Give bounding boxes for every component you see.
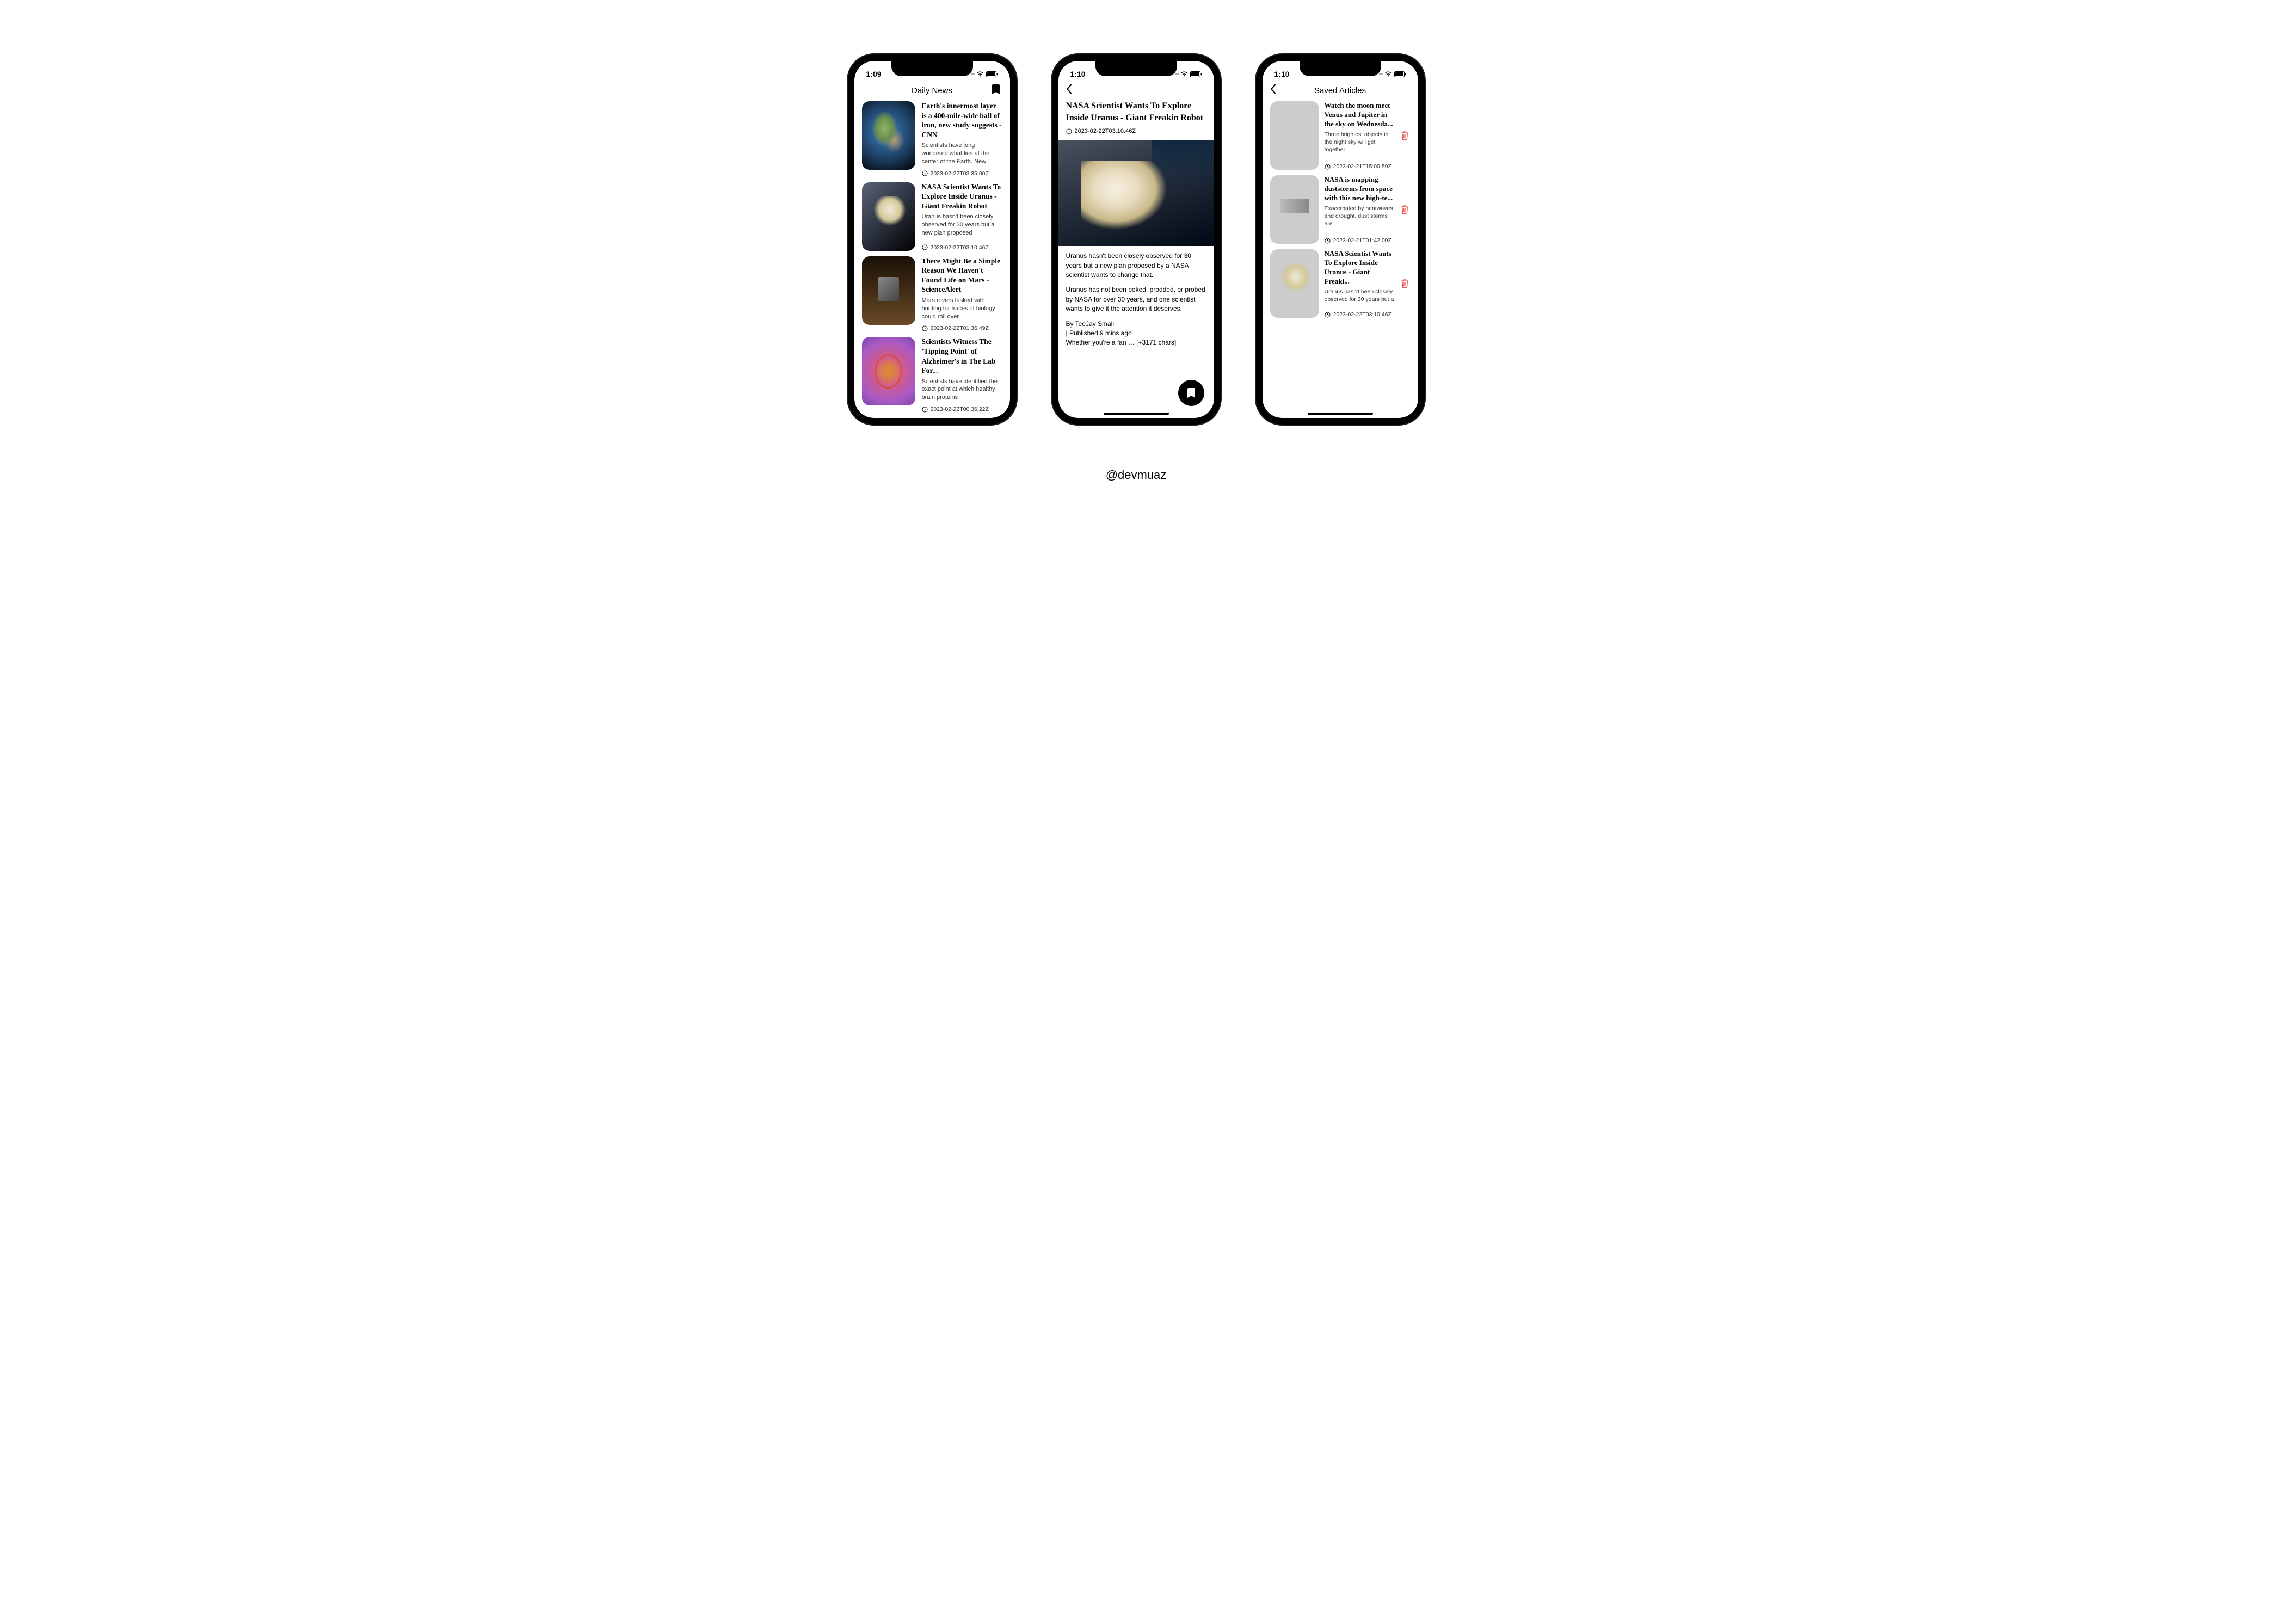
saved-title: NASA is mapping duststorms from space wi… bbox=[1325, 175, 1394, 203]
saved-date: 2023-02-22T03:10:46Z bbox=[1333, 311, 1391, 318]
saved-description: Uranus hasn't been closely observed for … bbox=[1325, 288, 1394, 303]
saved-thumbnail bbox=[1270, 175, 1319, 244]
bookmark-icon bbox=[992, 84, 1000, 94]
bookmark-icon bbox=[1187, 388, 1196, 398]
detail-published: | Published 9 mins ago bbox=[1066, 329, 1206, 338]
article-description: Uranus hasn't been closely observed for … bbox=[922, 213, 1002, 237]
delete-button[interactable] bbox=[1401, 279, 1409, 288]
clock-icon bbox=[1325, 312, 1331, 318]
back-button[interactable] bbox=[1066, 84, 1072, 97]
credit-handle: @devmuaz bbox=[1106, 468, 1167, 482]
article-title: There Might Be a Simple Reason We Haven'… bbox=[922, 256, 1002, 294]
detail-hero-image bbox=[1058, 140, 1214, 246]
article-description: Scientists have identified the exact poi… bbox=[922, 378, 1002, 402]
detail-byline: By TeeJay Small bbox=[1066, 319, 1206, 329]
detail-paragraph: Uranus has not been poked, prodded, or p… bbox=[1066, 285, 1206, 313]
status-time: 1:10 bbox=[1274, 70, 1290, 78]
saved-row[interactable]: Watch the moon meet Venus and Jupiter in… bbox=[1270, 101, 1411, 170]
article-thumbnail bbox=[862, 337, 915, 405]
nav-header: Saved Articles bbox=[1263, 82, 1418, 99]
clock-icon bbox=[922, 407, 928, 413]
saved-description: Exacerbated by heatwaves and drought, du… bbox=[1325, 205, 1394, 228]
home-indicator bbox=[1308, 413, 1373, 415]
bookmarks-button[interactable] bbox=[992, 84, 1000, 97]
status-time: 1:10 bbox=[1070, 70, 1086, 78]
nav-header: Daily News bbox=[854, 82, 1010, 99]
clock-icon bbox=[1325, 238, 1331, 244]
notch bbox=[891, 61, 973, 76]
article-date: 2023-02-22T03:35:00Z bbox=[931, 170, 989, 177]
detail-date: 2023-02-22T03:10:46Z bbox=[1075, 128, 1136, 134]
article-row[interactable]: There Might Be a Simple Reason We Haven'… bbox=[862, 256, 1002, 332]
home-indicator bbox=[1104, 413, 1169, 415]
article-description: Scientists have long wondered what lies … bbox=[922, 142, 1002, 166]
saved-title: Watch the moon meet Venus and Jupiter in… bbox=[1325, 101, 1394, 129]
clock-icon bbox=[922, 325, 928, 331]
clock-icon bbox=[1066, 128, 1072, 134]
article-thumbnail bbox=[862, 256, 915, 325]
chevron-left-icon bbox=[1270, 84, 1276, 94]
saved-list[interactable]: Watch the moon meet Venus and Jupiter in… bbox=[1263, 99, 1418, 418]
notch bbox=[1095, 61, 1177, 76]
phone-article-detail: 1:10 •••• NASA Scientist Wants To Explor… bbox=[1052, 54, 1221, 425]
saved-date: 2023-02-21T15:00:59Z bbox=[1333, 163, 1391, 170]
saved-row[interactable]: NASA Scientist Wants To Explore Inside U… bbox=[1270, 249, 1411, 318]
article-title: NASA Scientist Wants To Explore Inside U… bbox=[922, 182, 1002, 211]
battery-icon bbox=[1394, 71, 1406, 77]
page-title: Saved Articles bbox=[1314, 86, 1366, 95]
battery-icon bbox=[986, 71, 998, 77]
cellular-icon: •••• bbox=[1174, 71, 1178, 77]
phone-daily-news: 1:09 •••• Daily News Earth's innermost l… bbox=[848, 54, 1017, 425]
saved-thumbnail bbox=[1270, 249, 1319, 318]
page-title: Daily News bbox=[912, 86, 952, 95]
article-date: 2023-02-22T00:36:22Z bbox=[931, 406, 989, 413]
detail-more: Whether you're a fan … [+3171 chars] bbox=[1066, 338, 1206, 347]
clock-icon bbox=[922, 170, 928, 176]
article-row[interactable]: Earth's innermost layer is a 400-mile-wi… bbox=[862, 101, 1002, 177]
saved-row[interactable]: NASA is mapping duststorms from space wi… bbox=[1270, 175, 1411, 244]
clock-icon bbox=[922, 244, 928, 250]
detail-title: NASA Scientist Wants To Explore Inside U… bbox=[1066, 100, 1206, 124]
article-date: 2023-02-22T03:10:46Z bbox=[931, 244, 989, 251]
wifi-icon bbox=[976, 71, 984, 77]
chevron-left-icon bbox=[1066, 84, 1072, 94]
article-list[interactable]: Earth's innermost layer is a 400-mile-wi… bbox=[854, 99, 1010, 418]
delete-button[interactable] bbox=[1401, 205, 1409, 214]
notch bbox=[1300, 61, 1381, 76]
cellular-icon: •••• bbox=[970, 71, 974, 77]
battery-icon bbox=[1190, 71, 1202, 77]
saved-title: NASA Scientist Wants To Explore Inside U… bbox=[1325, 249, 1394, 286]
article-thumbnail bbox=[862, 101, 915, 170]
back-button[interactable] bbox=[1270, 84, 1276, 97]
detail-paragraph: Uranus hasn't been closely observed for … bbox=[1066, 251, 1206, 280]
article-row[interactable]: NASA Scientist Wants To Explore Inside U… bbox=[862, 182, 1002, 251]
wifi-icon bbox=[1180, 71, 1188, 77]
cellular-icon: •••• bbox=[1378, 71, 1382, 77]
delete-button[interactable] bbox=[1401, 131, 1409, 140]
article-title: Earth's innermost layer is a 400-mile-wi… bbox=[922, 101, 1002, 139]
saved-description: Three brightest objects in the night sky… bbox=[1325, 131, 1394, 154]
detail-body: Uranus hasn't been closely observed for … bbox=[1066, 246, 1206, 348]
clock-icon bbox=[1325, 164, 1331, 170]
saved-thumbnail bbox=[1270, 101, 1319, 170]
wifi-icon bbox=[1384, 71, 1392, 77]
article-date: 2023-02-22T01:36:49Z bbox=[931, 325, 989, 331]
article-thumbnail bbox=[862, 182, 915, 251]
nav-header bbox=[1058, 82, 1214, 99]
article-description: Mars rovers tasked with hunting for trac… bbox=[922, 297, 1002, 321]
save-article-fab[interactable] bbox=[1178, 380, 1204, 406]
status-time: 1:09 bbox=[866, 70, 882, 78]
phone-saved-articles: 1:10 •••• Saved Articles Watch the moon … bbox=[1256, 54, 1425, 425]
article-row[interactable]: Scientists Witness The 'Tipping Point' o… bbox=[862, 337, 1002, 413]
article-detail: NASA Scientist Wants To Explore Inside U… bbox=[1058, 99, 1214, 349]
article-title: Scientists Witness The 'Tipping Point' o… bbox=[922, 337, 1002, 375]
saved-date: 2023-02-21T01:42:00Z bbox=[1333, 237, 1391, 244]
